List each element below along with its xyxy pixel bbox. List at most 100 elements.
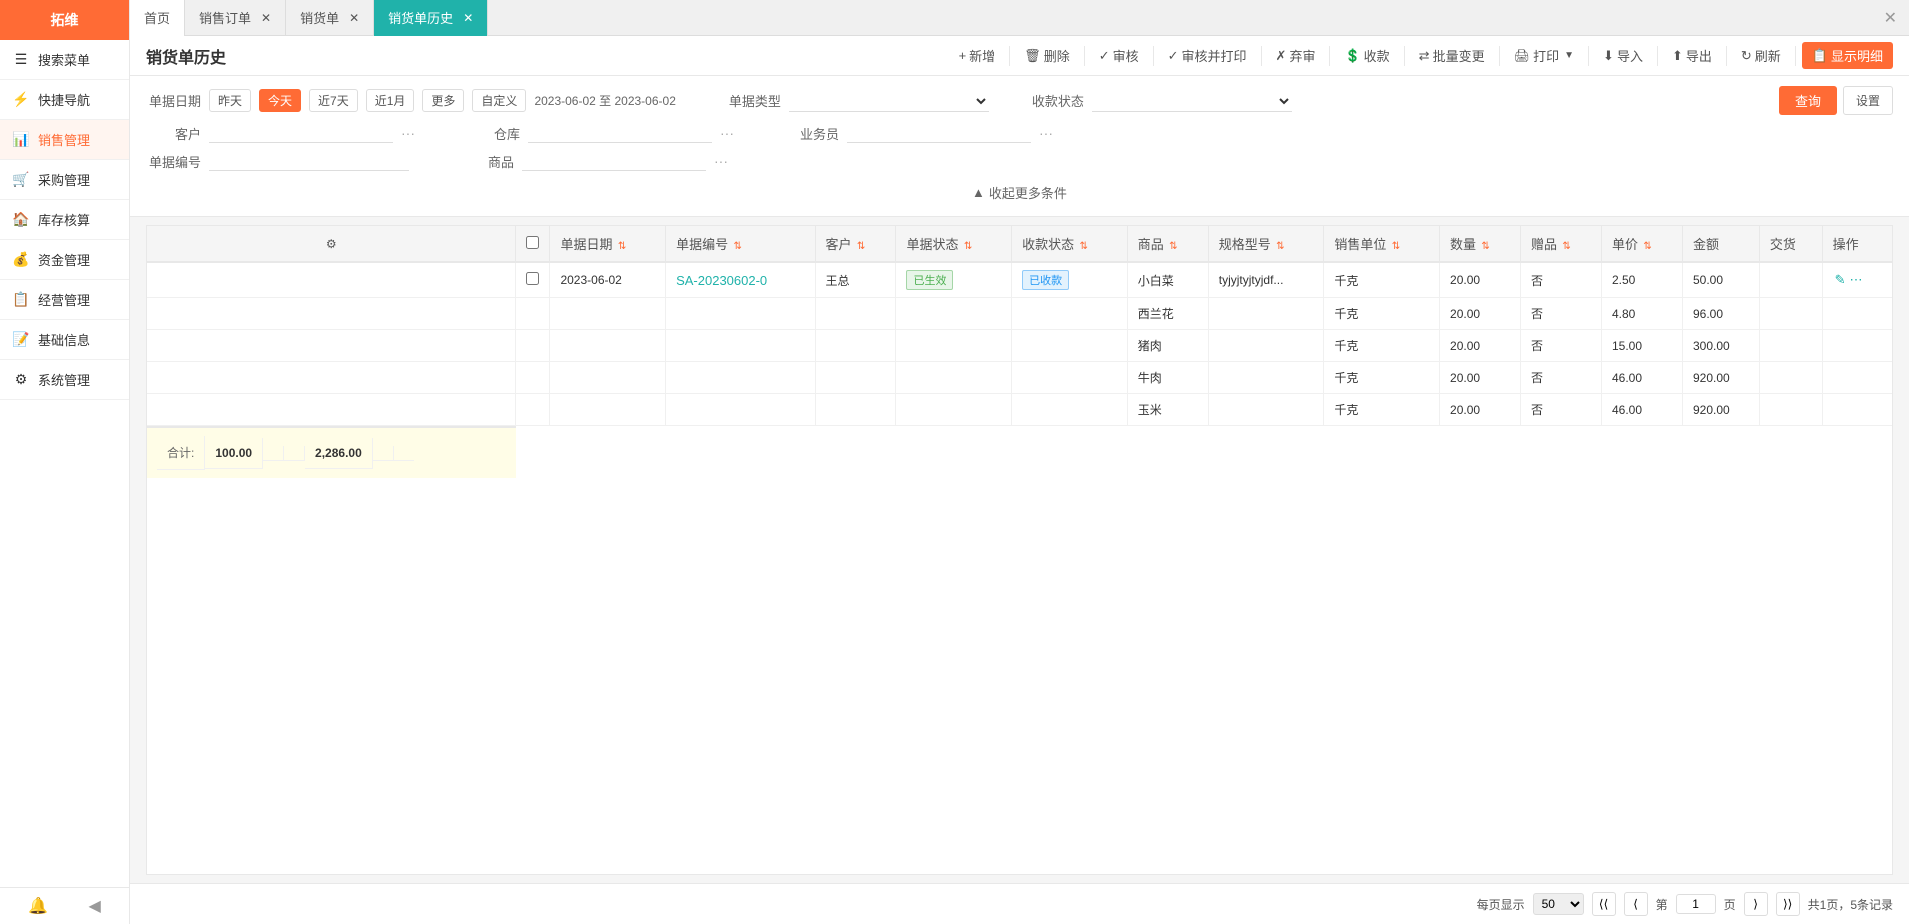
customer-ellipsis-btn[interactable]: ··· xyxy=(401,125,415,141)
staff-ellipsis-btn[interactable]: ··· xyxy=(1039,125,1053,141)
row-checkbox-input[interactable] xyxy=(526,272,539,285)
date-btn-custom[interactable]: 自定义 xyxy=(472,89,526,112)
row-price: 46.00 xyxy=(1602,362,1683,394)
tab-sales-history-close[interactable]: ✕ xyxy=(463,11,473,25)
col-qty[interactable]: 数量 ⇅ xyxy=(1440,226,1521,262)
row-delivery xyxy=(1759,362,1822,394)
refresh-button[interactable]: ↻ 刷新 xyxy=(1733,42,1789,69)
doc-no-link[interactable]: SA-20230602-0 xyxy=(676,273,767,288)
col-doc-status[interactable]: 单据状态 ⇅ xyxy=(896,226,1012,262)
sidebar-item-search-menu[interactable]: ☰ 搜索菜单 xyxy=(0,40,129,80)
date-btn-today[interactable]: 今天 xyxy=(259,89,301,112)
warehouse-input[interactable] xyxy=(528,123,712,143)
next-page-button[interactable]: ⟩ xyxy=(1744,892,1768,916)
page-label: 第 xyxy=(1656,896,1668,913)
edit-button[interactable]: ✎ xyxy=(1835,272,1846,288)
print-button[interactable]: 🖨 打印 ▼ xyxy=(1506,42,1582,69)
col-doc-no[interactable]: 单据编号 ⇅ xyxy=(666,226,815,262)
batch-change-icon: ⇄ xyxy=(1419,48,1430,64)
col-doc-date[interactable]: 单据日期 ⇅ xyxy=(550,226,666,262)
date-btn-last7days[interactable]: 近7天 xyxy=(309,89,358,112)
page-number-input[interactable] xyxy=(1676,894,1716,914)
delete-button[interactable]: 🗑 删除 xyxy=(1016,42,1078,69)
tab-sales-order-close[interactable]: ✕ xyxy=(261,11,271,25)
sidebar-item-quick-nav[interactable]: ⚡ 快捷导航 xyxy=(0,80,129,120)
sidebar: 拓维 ☰ 搜索菜单 ⚡ 快捷导航 📊 销售管理 🛒 采购管理 🏠 库存核算 💰 … xyxy=(0,0,130,924)
col-unit-label: 销售单位 xyxy=(1334,237,1386,252)
tab-sales-history[interactable]: 销货单历史 ✕ xyxy=(374,0,488,36)
doc-type-select[interactable] xyxy=(789,90,989,112)
pagination-bar: 每页显示 50 20 100 ⟨⟨ ⟨ 第 页 ⟩ ⟩⟩ 共1页，5条记录 xyxy=(130,883,1909,924)
date-btn-more[interactable]: 更多 xyxy=(422,89,464,112)
per-page-select[interactable]: 50 20 100 xyxy=(1533,893,1584,915)
row-doc-no xyxy=(666,362,815,394)
filter-settings-button[interactable]: 设置 xyxy=(1843,86,1893,115)
goods-input[interactable] xyxy=(522,151,706,171)
sidebar-item-basic-info[interactable]: 📝 基础信息 xyxy=(0,320,129,360)
goods-ellipsis-btn[interactable]: ··· xyxy=(714,153,728,169)
payment-status-filter: 收款状态 xyxy=(1029,90,1292,112)
tab-sales-goods[interactable]: 销货单 ✕ xyxy=(286,0,374,36)
more-button[interactable]: ⋯ xyxy=(1849,272,1862,288)
date-btn-yesterday[interactable]: 昨天 xyxy=(209,89,251,112)
select-all-checkbox[interactable] xyxy=(526,236,539,249)
row-delivery xyxy=(1759,330,1822,362)
table-footer-row: 合计: 100.00 2,286.00 xyxy=(147,426,516,478)
collapse-sidebar-button[interactable]: ◀ xyxy=(88,896,100,916)
date-btn-last1month[interactable]: 近1月 xyxy=(366,89,415,112)
new-button[interactable]: + 新增 xyxy=(951,42,1004,69)
audit-button[interactable]: ✓ 审核 xyxy=(1091,42,1147,69)
print-dropdown-arrow: ▼ xyxy=(1564,50,1574,61)
col-action: 操作 xyxy=(1822,226,1892,262)
staff-input[interactable] xyxy=(847,123,1031,143)
sidebar-item-finance[interactable]: 💰 资金管理 xyxy=(0,240,129,280)
divider-9 xyxy=(1657,46,1658,66)
prev-page-button[interactable]: ⟨ xyxy=(1624,892,1648,916)
audit-print-button[interactable]: ✓ 审核并打印 xyxy=(1160,42,1255,69)
row-doc-no: SA-20230602-0 xyxy=(666,262,815,298)
show-detail-button[interactable]: 📋 显示明细 xyxy=(1802,42,1893,69)
tab-sales-order[interactable]: 销售订单 ✕ xyxy=(185,0,286,36)
sidebar-item-system-mgmt[interactable]: ⚙ 系统管理 xyxy=(0,360,129,400)
query-button[interactable]: 查询 xyxy=(1779,86,1837,115)
col-settings[interactable]: ⚙ xyxy=(147,226,516,262)
row-payment-status xyxy=(1012,330,1128,362)
export-button[interactable]: ⬆ 导出 xyxy=(1664,42,1720,69)
sidebar-item-inventory[interactable]: 🏠 库存核算 xyxy=(0,200,129,240)
sidebar-item-operations[interactable]: 📋 经营管理 xyxy=(0,280,129,320)
col-unit[interactable]: 销售单位 ⇅ xyxy=(1324,226,1440,262)
import-button[interactable]: ⬇ 导入 xyxy=(1595,42,1651,69)
last-page-button[interactable]: ⟩⟩ xyxy=(1776,892,1800,916)
doc-no-input[interactable] xyxy=(209,151,409,171)
col-spec[interactable]: 规格型号 ⇅ xyxy=(1208,226,1324,262)
batch-change-button[interactable]: ⇄ 批量变更 xyxy=(1411,42,1493,69)
sort-qty-icon: ⇅ xyxy=(1481,241,1489,252)
collect-button[interactable]: 💲 收款 xyxy=(1336,42,1397,69)
total-amount: 2,286.00 xyxy=(305,438,373,469)
col-gift[interactable]: 赠品 ⇅ xyxy=(1521,226,1602,262)
filter-area: 单据日期 昨天 今天 近7天 近1月 更多 自定义 2023-06-02 至 2… xyxy=(130,76,1909,217)
warehouse-ellipsis-btn[interactable]: ··· xyxy=(720,125,734,141)
row-checkbox xyxy=(516,394,550,426)
col-customer[interactable]: 客户 ⇅ xyxy=(815,226,896,262)
close-all-tabs-button[interactable]: ✕ xyxy=(1872,8,1909,28)
sidebar-item-purchase-mgmt[interactable]: 🛒 采购管理 xyxy=(0,160,129,200)
customer-input[interactable] xyxy=(209,123,393,143)
row-checkbox xyxy=(516,330,550,362)
col-payment-status[interactable]: 收款状态 ⇅ xyxy=(1012,226,1128,262)
sidebar-item-sales-mgmt[interactable]: 📊 销售管理 xyxy=(0,120,129,160)
sidebar-bottom: 🔔 ◀ xyxy=(0,887,129,924)
col-price[interactable]: 单价 ⇅ xyxy=(1602,226,1683,262)
data-table: ⚙ 单据日期 ⇅ 单据编号 ⇅ 客户 ⇅ xyxy=(147,226,1892,478)
tab-sales-goods-close[interactable]: ✕ xyxy=(349,11,359,25)
collapse-filter-button[interactable]: ▲ 收起更多条件 xyxy=(960,179,1079,206)
discard-button[interactable]: ✗ 弃审 xyxy=(1268,42,1324,69)
discard-icon: ✗ xyxy=(1276,48,1287,64)
first-page-button[interactable]: ⟨⟨ xyxy=(1592,892,1616,916)
notification-button[interactable]: 🔔 xyxy=(28,896,48,916)
payment-status-select[interactable] xyxy=(1092,90,1292,112)
doc-type-label: 单据类型 xyxy=(726,91,781,110)
col-doc-no-label: 单据编号 xyxy=(676,237,728,252)
tab-home[interactable]: 首页 xyxy=(130,0,185,36)
col-goods[interactable]: 商品 ⇅ xyxy=(1127,226,1208,262)
